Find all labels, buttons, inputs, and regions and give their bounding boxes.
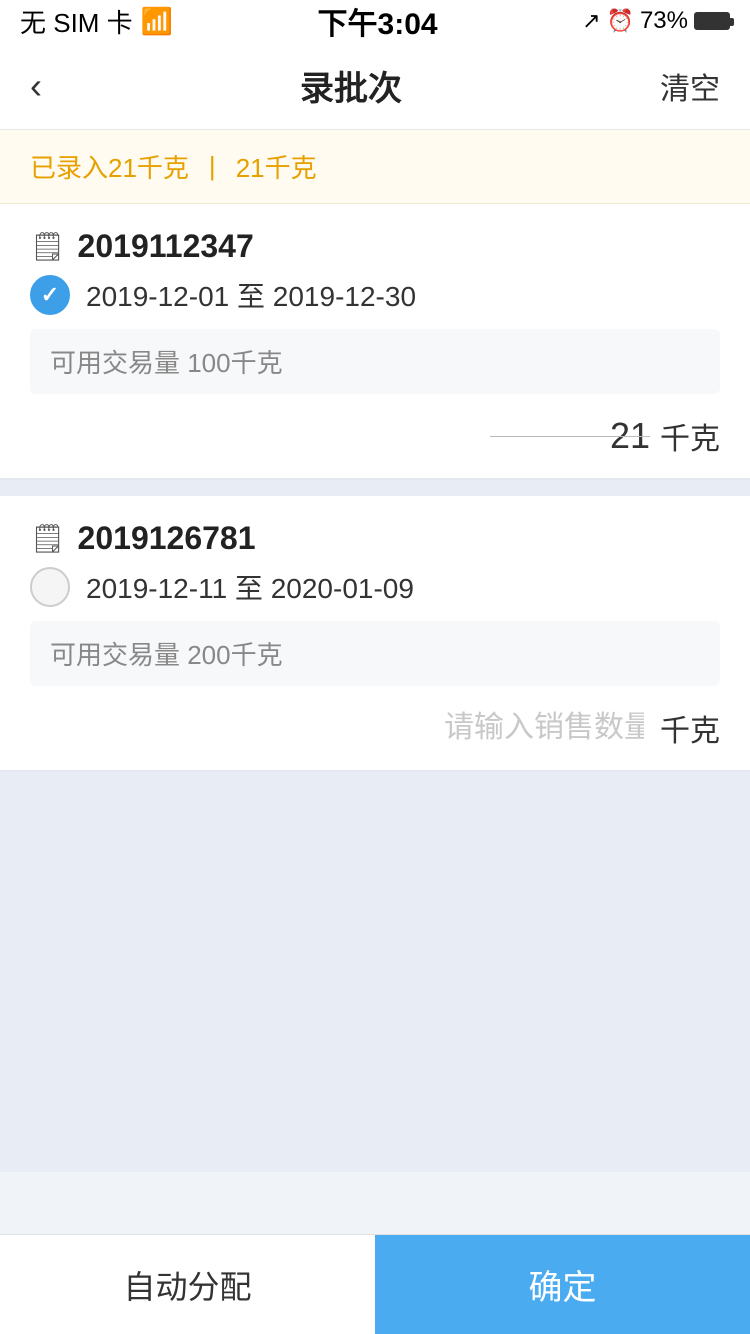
- batch-2-availability: 可用交易量 200千克: [30, 621, 720, 686]
- batch-1-radio[interactable]: [30, 275, 70, 315]
- batch-2-avail-text: 可用交易量 200千克: [50, 640, 283, 670]
- location-icon: ↗: [582, 8, 600, 34]
- recorded-label: 已录入21千克: [30, 148, 189, 185]
- batch-2-date: 2019-12-11 至 2020-01-09: [86, 567, 414, 607]
- batch-1-input-wrapper: 21 千克: [30, 414, 720, 458]
- back-button[interactable]: ‹: [30, 65, 42, 107]
- batch-2-id: 2019126781: [78, 520, 256, 557]
- batch-2-unit: 千克: [660, 706, 720, 750]
- batch-item-2: 🗒 2019126781 2019-12-11 至 2020-01-09 可用交…: [0, 496, 750, 686]
- battery-percent: 73%: [640, 7, 688, 35]
- batch-2-date-row[interactable]: 2019-12-11 至 2020-01-09: [30, 567, 720, 607]
- batch-1-amount-row: 21 千克: [0, 394, 750, 480]
- empty-area: [0, 772, 750, 1172]
- batch-1-header: 🗒 2019112347: [30, 228, 720, 265]
- confirm-button[interactable]: 确定: [375, 1235, 750, 1334]
- status-time: 下午3:04: [318, 0, 438, 43]
- qty-input[interactable]: [444, 711, 644, 745]
- info-divider: |: [209, 151, 216, 182]
- batch-1-date: 2019-12-01 至 2019-12-30: [86, 275, 416, 315]
- section-separator: [0, 480, 750, 496]
- batch-1-avail-text: 可用交易量 100千克: [50, 348, 283, 378]
- clear-button[interactable]: 清空: [660, 64, 720, 108]
- batch-1-id: 2019112347: [78, 228, 254, 265]
- auto-distribute-button[interactable]: 自动分配: [0, 1235, 375, 1334]
- status-left: 无 SIM 卡 📶: [20, 3, 173, 40]
- batch-2-icon: 🗒: [30, 522, 66, 555]
- info-banner: 已录入21千克 | 21千克: [0, 130, 750, 204]
- alarm-icon: ⏰: [607, 8, 634, 34]
- info-amount: 21千克: [236, 148, 317, 185]
- batch-1-availability: 可用交易量 100千克: [30, 329, 720, 394]
- status-right: ↗ ⏰ 73%: [582, 7, 730, 35]
- batch-2-input-row[interactable]: 千克: [0, 686, 750, 772]
- battery-icon: [694, 12, 730, 30]
- batch-2-radio[interactable]: [30, 567, 70, 607]
- page-title: 录批次: [300, 61, 402, 110]
- carrier-label: 无 SIM 卡: [20, 3, 133, 40]
- batch-1-icon: 🗒: [30, 230, 66, 263]
- bottom-bar: 自动分配 确定: [0, 1234, 750, 1334]
- nav-bar: ‹ 录批次 清空: [0, 42, 750, 130]
- batch-1-unit: 千克: [660, 414, 720, 458]
- status-bar: 无 SIM 卡 📶 下午3:04 ↗ ⏰ 73%: [0, 0, 750, 42]
- batch-1-date-row[interactable]: 2019-12-01 至 2019-12-30: [30, 275, 720, 315]
- batch-2-header: 🗒 2019126781: [30, 520, 720, 557]
- batch-item-1: 🗒 2019112347 2019-12-01 至 2019-12-30 可用交…: [0, 204, 750, 394]
- wifi-icon: 📶: [141, 6, 173, 37]
